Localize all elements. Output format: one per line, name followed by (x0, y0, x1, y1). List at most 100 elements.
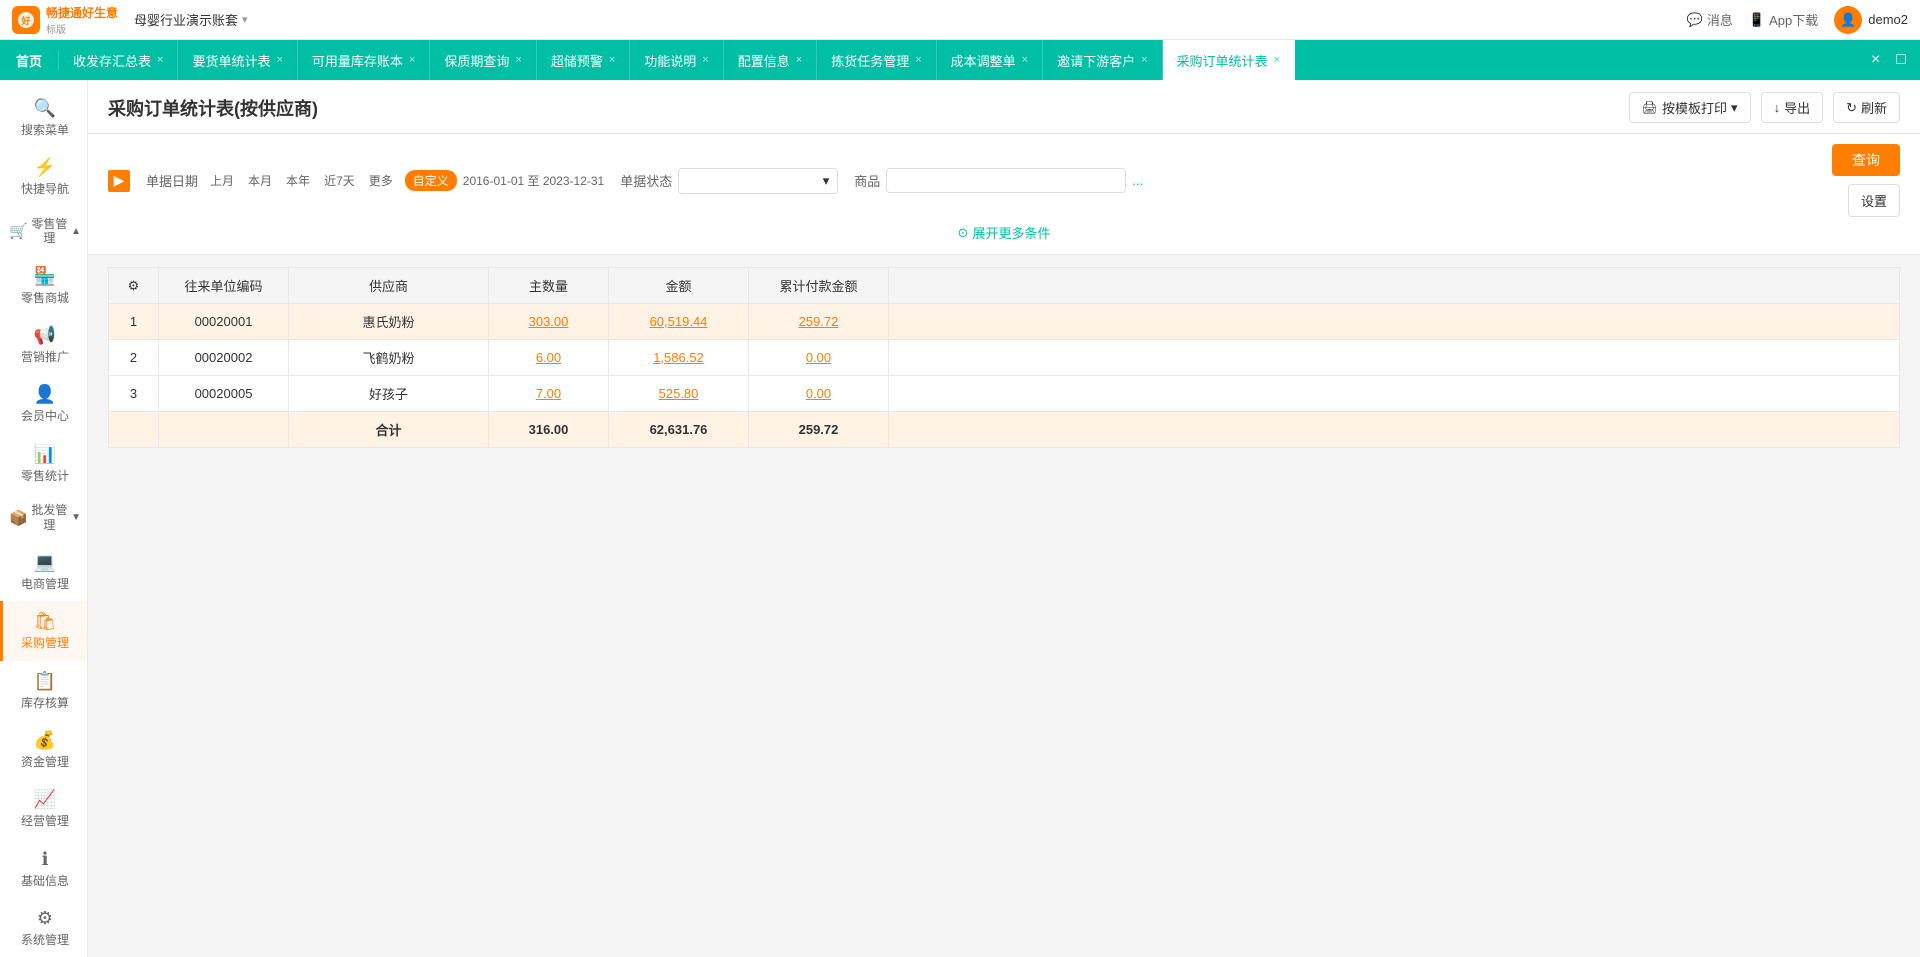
settings-button[interactable]: 设置 (1848, 184, 1900, 217)
close-tab-icon[interactable]: × (515, 54, 521, 66)
refresh-button[interactable]: ↻ 刷新 (1833, 92, 1900, 123)
status-select[interactable]: ▾ (678, 168, 838, 194)
col-qty-header: 主数量 (489, 268, 609, 304)
amount-link[interactable]: 525.80 (659, 386, 699, 401)
date-filter-label: 单据日期 (146, 171, 198, 190)
top-bar-right: 💬 消息 📱 App下载 👤 demo2 (1687, 6, 1908, 34)
maximize-button[interactable]: □ (1890, 49, 1912, 71)
close-tab-icon[interactable]: × (609, 54, 615, 66)
table-row[interactable]: 2 00020002 飞鹤奶粉 6.00 1,586.52 0.00 (109, 340, 1900, 376)
close-tab-icon[interactable]: × (276, 54, 282, 66)
close-all-tabs-button[interactable]: × (1865, 49, 1886, 71)
this-year-shortcut[interactable]: 本年 (280, 170, 316, 191)
page-actions: 🖨 按模板打印 ▾ ↓ 导出 ↻ 刷新 (1629, 92, 1901, 123)
export-button[interactable]: ↓ 导出 (1761, 92, 1824, 123)
table-row[interactable]: 1 00020001 惠氏奶粉 303.00 60,519.44 259.72 (109, 304, 1900, 340)
data-table: ⚙ 往来单位编码 供应商 主数量 金额 累计付款金额 1 00020001 (108, 267, 1900, 448)
sidebar-item-purchase[interactable]: 🛍 采购管理 (0, 601, 87, 660)
sidebar-item-retail-manage[interactable]: 🛒 零售管理 ▲ (0, 207, 87, 256)
last-7days-shortcut[interactable]: 近7天 (318, 170, 361, 191)
qty-link[interactable]: 7.00 (536, 386, 561, 401)
row-qty: 303.00 (489, 304, 609, 340)
close-tab-icon[interactable]: × (409, 54, 415, 66)
nav-tab-keyong[interactable]: 可用量库存账本 × (298, 40, 430, 80)
close-tab-icon[interactable]: × (1274, 54, 1280, 66)
filter-toggle-button[interactable]: ▶ (108, 170, 130, 192)
sidebar-item-stock[interactable]: 📋 库存核算 (0, 661, 87, 720)
close-tab-icon[interactable]: × (157, 54, 163, 66)
more-filters-button[interactable]: ... (1132, 173, 1143, 188)
row-amount: 525.80 (609, 376, 749, 412)
app-download-button[interactable]: 📱 App下载 (1749, 10, 1818, 29)
sidebar-item-basic-info[interactable]: ℹ 基础信息 (0, 839, 87, 898)
sidebar-item-label: 零售管理 (30, 217, 69, 246)
sidebar-item-nav[interactable]: ⚡ 快捷导航 (0, 147, 87, 206)
nav-tab-yaohuo[interactable]: 要货单统计表 × (178, 40, 297, 80)
date-filter-group: 单据日期 上月 本月 本年 近7天 更多 自定义 2016-01-01 至 20… (146, 170, 604, 191)
status-filter-group: 单据状态 ▾ (620, 168, 838, 194)
expand-arrow-icon: ▲ (71, 226, 81, 237)
table-row[interactable]: 3 00020005 好孩子 7.00 525.80 0.00 (109, 376, 1900, 412)
refresh-icon: ↻ (1846, 100, 1857, 116)
sidebar-item-retail-stats[interactable]: 📊 零售统计 (0, 434, 87, 493)
paid-link[interactable]: 0.00 (806, 350, 831, 365)
paid-link[interactable]: 259.72 (799, 314, 839, 329)
col-paid-header: 累计付款金额 (749, 268, 889, 304)
query-button[interactable]: 查询 (1832, 144, 1900, 176)
footer-paid: 259.72 (749, 412, 889, 448)
workspace-selector[interactable]: 母婴行业演示账套 ▾ (126, 6, 256, 33)
paid-link[interactable]: 0.00 (806, 386, 831, 401)
nav-tab-baozhi[interactable]: 保质期查询 × (430, 40, 536, 80)
last-month-shortcut[interactable]: 上月 (204, 170, 240, 191)
sidebar-item-wholesale[interactable]: 📦 批发管理 ▼ (0, 493, 87, 542)
row-paid: 259.72 (749, 304, 889, 340)
sidebar-item-label: 系统管理 (21, 933, 69, 947)
sidebar-item-label: 基础信息 (21, 874, 69, 888)
more-dates-shortcut[interactable]: 更多 (363, 170, 399, 191)
nav-tab-chengben[interactable]: 成本调整单 × (937, 40, 1043, 80)
amount-link[interactable]: 1,586.52 (653, 350, 704, 365)
sidebar-item-member[interactable]: 👤 会员中心 (0, 374, 87, 433)
qty-link[interactable]: 303.00 (529, 314, 569, 329)
nav-tab-shoufa[interactable]: 收发存汇总表 × (59, 40, 178, 80)
nav-tab-yaoqing[interactable]: 邀请下游客户 × (1043, 40, 1162, 80)
print-button[interactable]: 🖨 按模板打印 ▾ (1629, 92, 1751, 123)
expand-filters-button[interactable]: ⊙ 展开更多条件 (958, 223, 1051, 242)
sidebar-item-label: 库存核算 (21, 696, 69, 710)
sidebar-item-marketing[interactable]: 📢 营销推广 (0, 315, 87, 374)
amount-link[interactable]: 60,519.44 (650, 314, 708, 329)
nav-tab-caigou[interactable]: 采购订单统计表 × (1163, 40, 1295, 80)
this-month-shortcut[interactable]: 本月 (242, 170, 278, 191)
sidebar-item-search[interactable]: 🔍 搜索菜单 (0, 88, 87, 147)
sidebar-item-system[interactable]: ⚙ 系统管理 (0, 898, 87, 957)
expand-arrow-icon: ▼ (71, 512, 81, 523)
date-tag: 自定义 (405, 170, 457, 191)
operations-icon: 📈 (34, 789, 56, 810)
close-tab-icon[interactable]: × (1141, 54, 1147, 66)
marketing-icon: 📢 (34, 325, 56, 346)
close-tab-icon[interactable]: × (1022, 54, 1028, 66)
stock-icon: 📋 (34, 671, 56, 692)
close-tab-icon[interactable]: × (915, 54, 921, 66)
system-icon: ⚙ (37, 908, 53, 929)
nav-tab-jianhuo[interactable]: 拣货任务管理 × (817, 40, 936, 80)
sidebar-item-operations[interactable]: 📈 经营管理 (0, 779, 87, 838)
nav-home-tab[interactable]: 首页 (0, 51, 59, 70)
sidebar-item-label: 快捷导航 (21, 182, 69, 196)
retail-icon: 🛒 (9, 222, 28, 240)
nav-tab-chao[interactable]: 超储预警 × (537, 40, 630, 80)
qty-link[interactable]: 6.00 (536, 350, 561, 365)
nav-tab-peizhi[interactable]: 配置信息 × (724, 40, 817, 80)
sidebar-item-finance[interactable]: 💰 资金管理 (0, 720, 87, 779)
close-tab-icon[interactable]: × (702, 54, 708, 66)
close-tab-icon[interactable]: × (796, 54, 802, 66)
message-button[interactable]: 💬 消息 (1687, 10, 1733, 29)
row-qty: 6.00 (489, 340, 609, 376)
sidebar-item-ecommerce[interactable]: 💻 电商管理 (0, 542, 87, 601)
nav-tab-gongneng[interactable]: 功能说明 × (630, 40, 723, 80)
sidebar-item-retail-mall[interactable]: 🏪 零售商城 (0, 256, 87, 315)
row-seq: 1 (109, 304, 159, 340)
top-bar: 好 畅捷通好生意 标版 母婴行业演示账套 ▾ 💬 消息 📱 App下载 👤 de… (0, 0, 1920, 40)
settings-col-icon[interactable]: ⚙ (128, 278, 140, 293)
goods-input[interactable] (886, 168, 1126, 193)
